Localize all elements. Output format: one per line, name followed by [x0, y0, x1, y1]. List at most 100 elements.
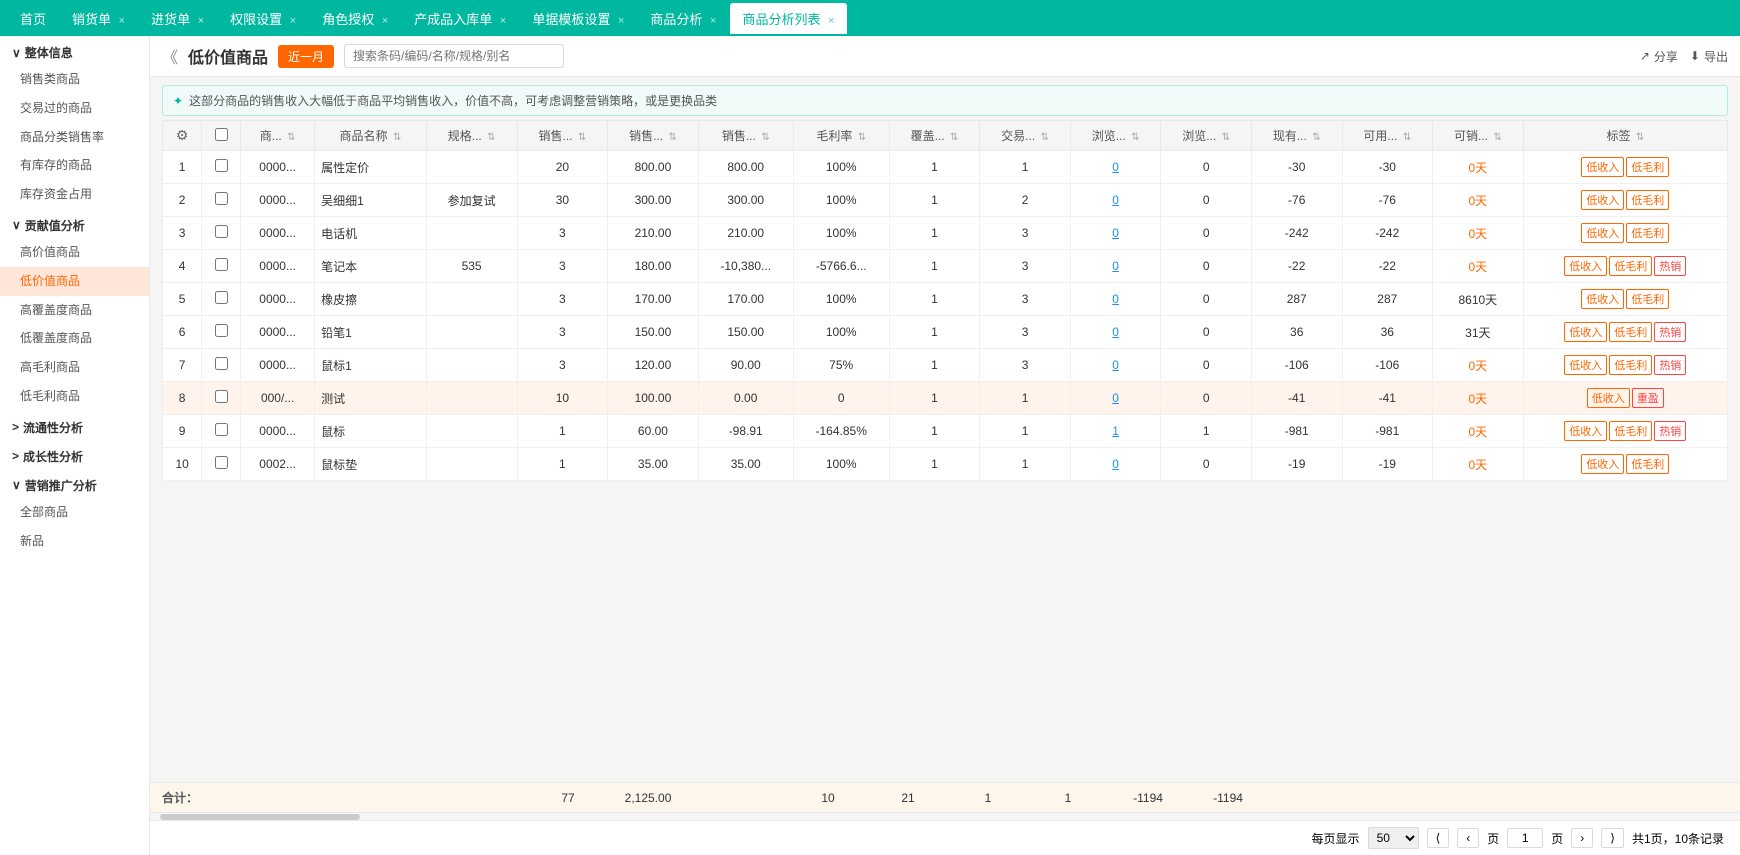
sidebar-section-growth[interactable]: > 成长性分析: [0, 440, 149, 469]
next-page-btn[interactable]: ›: [1571, 828, 1593, 848]
nav-purchase[interactable]: 进货单 ×: [139, 3, 216, 34]
col-tags[interactable]: 标签 ⇅: [1523, 121, 1727, 151]
collapse-sidebar-btn[interactable]: 《: [162, 44, 178, 68]
col-stock2[interactable]: 可用... ⇅: [1342, 121, 1433, 151]
page-input[interactable]: [1507, 828, 1543, 848]
row-select-checkbox[interactable]: [215, 258, 228, 271]
row-select-checkbox[interactable]: [215, 456, 228, 469]
nav-sales[interactable]: 销货单 ×: [60, 3, 137, 34]
sidebar-item-sales-category[interactable]: 销售类商品: [0, 65, 149, 94]
col-name[interactable]: 商品名称 ⇅: [315, 121, 426, 151]
row-select-checkbox[interactable]: [215, 192, 228, 205]
filter-recent-month-btn[interactable]: 近一月: [278, 45, 334, 68]
sidebar-item-category-sales[interactable]: 商品分类销售率: [0, 123, 149, 152]
row-select-checkbox[interactable]: [215, 390, 228, 403]
col-sellable[interactable]: 可销... ⇅: [1433, 121, 1524, 151]
select-all-checkbox[interactable]: [215, 128, 228, 141]
row-browse1[interactable]: 0: [1070, 250, 1161, 283]
sidebar-section-marketing[interactable]: ∨ 营销推广分析: [0, 469, 149, 498]
row-checkbox[interactable]: [202, 250, 241, 283]
share-button[interactable]: ↗ 分享: [1640, 48, 1678, 65]
row-browse1[interactable]: 1: [1070, 415, 1161, 448]
first-page-btn[interactable]: ⟨: [1427, 828, 1450, 848]
row-checkbox[interactable]: [202, 283, 241, 316]
browse-link[interactable]: 0: [1112, 391, 1119, 405]
sidebar-section-contribution[interactable]: ∨ 贡献值分析: [0, 209, 149, 238]
sidebar-item-traded[interactable]: 交易过的商品: [0, 94, 149, 123]
col-trade[interactable]: 交易... ⇅: [980, 121, 1071, 151]
row-browse1[interactable]: 0: [1070, 283, 1161, 316]
prev-page-btn[interactable]: ‹: [1457, 828, 1479, 848]
row-select-checkbox[interactable]: [215, 423, 228, 436]
col-gross[interactable]: 毛利率 ⇅: [793, 121, 889, 151]
row-checkbox[interactable]: [202, 382, 241, 415]
sidebar-item-in-stock[interactable]: 有库存的商品: [0, 151, 149, 180]
row-checkbox[interactable]: [202, 316, 241, 349]
sidebar-item-stock-funds[interactable]: 库存资金占用: [0, 180, 149, 209]
sidebar-item-low-value[interactable]: 低价值商品: [0, 267, 149, 296]
browse-link[interactable]: 0: [1112, 160, 1119, 174]
col-settings[interactable]: ⚙: [163, 121, 202, 151]
nav-analysis[interactable]: 商品分析 ×: [638, 3, 728, 34]
sidebar-section-overall[interactable]: ∨ 整体信息: [0, 36, 149, 65]
nav-analysis-list[interactable]: 商品分析列表 ×: [730, 3, 846, 34]
row-checkbox[interactable]: [202, 349, 241, 382]
browse-link[interactable]: 0: [1112, 193, 1119, 207]
sidebar-item-low-margin[interactable]: 低毛利商品: [0, 382, 149, 411]
row-browse1[interactable]: 0: [1070, 151, 1161, 184]
sidebar-item-high-value[interactable]: 高价值商品: [0, 238, 149, 267]
nav-permissions[interactable]: 权限设置 ×: [218, 3, 308, 34]
horizontal-scrollbar[interactable]: [150, 812, 1740, 820]
browse-link[interactable]: 1: [1112, 424, 1119, 438]
row-checkbox[interactable]: [202, 415, 241, 448]
row-browse1[interactable]: 0: [1070, 349, 1161, 382]
nav-templates[interactable]: 单据模板设置 ×: [520, 3, 636, 34]
col-checkbox[interactable]: [202, 121, 241, 151]
col-s3[interactable]: 销售... ⇅: [698, 121, 793, 151]
browse-link[interactable]: 0: [1112, 259, 1119, 273]
row-select-checkbox[interactable]: [215, 357, 228, 370]
sidebar-item-low-coverage[interactable]: 低覆盖度商品: [0, 324, 149, 353]
row-browse1[interactable]: 0: [1070, 217, 1161, 250]
col-browse2[interactable]: 浏览... ⇅: [1161, 121, 1252, 151]
nav-home[interactable]: 首页: [8, 3, 58, 34]
nav-roles[interactable]: 角色授权 ×: [310, 3, 400, 34]
row-checkbox[interactable]: [202, 217, 241, 250]
row-browse1[interactable]: 0: [1070, 448, 1161, 481]
col-code[interactable]: 商... ⇅: [241, 121, 315, 151]
browse-link[interactable]: 0: [1112, 226, 1119, 240]
sidebar-item-all-products[interactable]: 全部商品: [0, 498, 149, 527]
row-checkbox[interactable]: [202, 448, 241, 481]
sidebar-section-liquidity[interactable]: > 流通性分析: [0, 411, 149, 440]
settings-icon[interactable]: ⚙: [176, 127, 189, 143]
col-s1[interactable]: 销售... ⇅: [517, 121, 608, 151]
row-checkbox[interactable]: [202, 151, 241, 184]
table-container[interactable]: ⚙ 商... ⇅ 商品名称 ⇅ 规格... ⇅ 销售... ⇅ 销售... ⇅ …: [150, 120, 1740, 782]
row-select-checkbox[interactable]: [215, 225, 228, 238]
row-browse1[interactable]: 0: [1070, 382, 1161, 415]
search-input[interactable]: [344, 44, 564, 68]
row-select-checkbox[interactable]: [215, 159, 228, 172]
export-button[interactable]: ⬇ 导出: [1690, 48, 1728, 65]
row-select-checkbox[interactable]: [215, 324, 228, 337]
nav-products[interactable]: 产成品入库单 ×: [402, 3, 518, 34]
col-s2[interactable]: 销售... ⇅: [608, 121, 699, 151]
row-browse1[interactable]: 0: [1070, 316, 1161, 349]
col-cover[interactable]: 覆盖... ⇅: [889, 121, 980, 151]
per-page-select[interactable]: 50 100 200: [1368, 827, 1419, 849]
browse-link[interactable]: 0: [1112, 325, 1119, 339]
browse-link[interactable]: 0: [1112, 292, 1119, 306]
row-checkbox[interactable]: [202, 184, 241, 217]
col-browse1[interactable]: 浏览... ⇅: [1070, 121, 1161, 151]
browse-link[interactable]: 0: [1112, 457, 1119, 471]
last-page-btn[interactable]: ⟩: [1601, 828, 1624, 848]
row-select-checkbox[interactable]: [215, 291, 228, 304]
sidebar-item-high-margin[interactable]: 高毛利商品: [0, 353, 149, 382]
sidebar-item-new-products[interactable]: 新品: [0, 527, 149, 556]
col-spec[interactable]: 规格... ⇅: [426, 121, 517, 151]
row-browse1[interactable]: 0: [1070, 184, 1161, 217]
col-stock1[interactable]: 现有... ⇅: [1251, 121, 1342, 151]
browse-link[interactable]: 0: [1112, 358, 1119, 372]
scrollbar-thumb[interactable]: [160, 814, 360, 820]
sidebar-item-high-coverage[interactable]: 高覆盖度商品: [0, 296, 149, 325]
